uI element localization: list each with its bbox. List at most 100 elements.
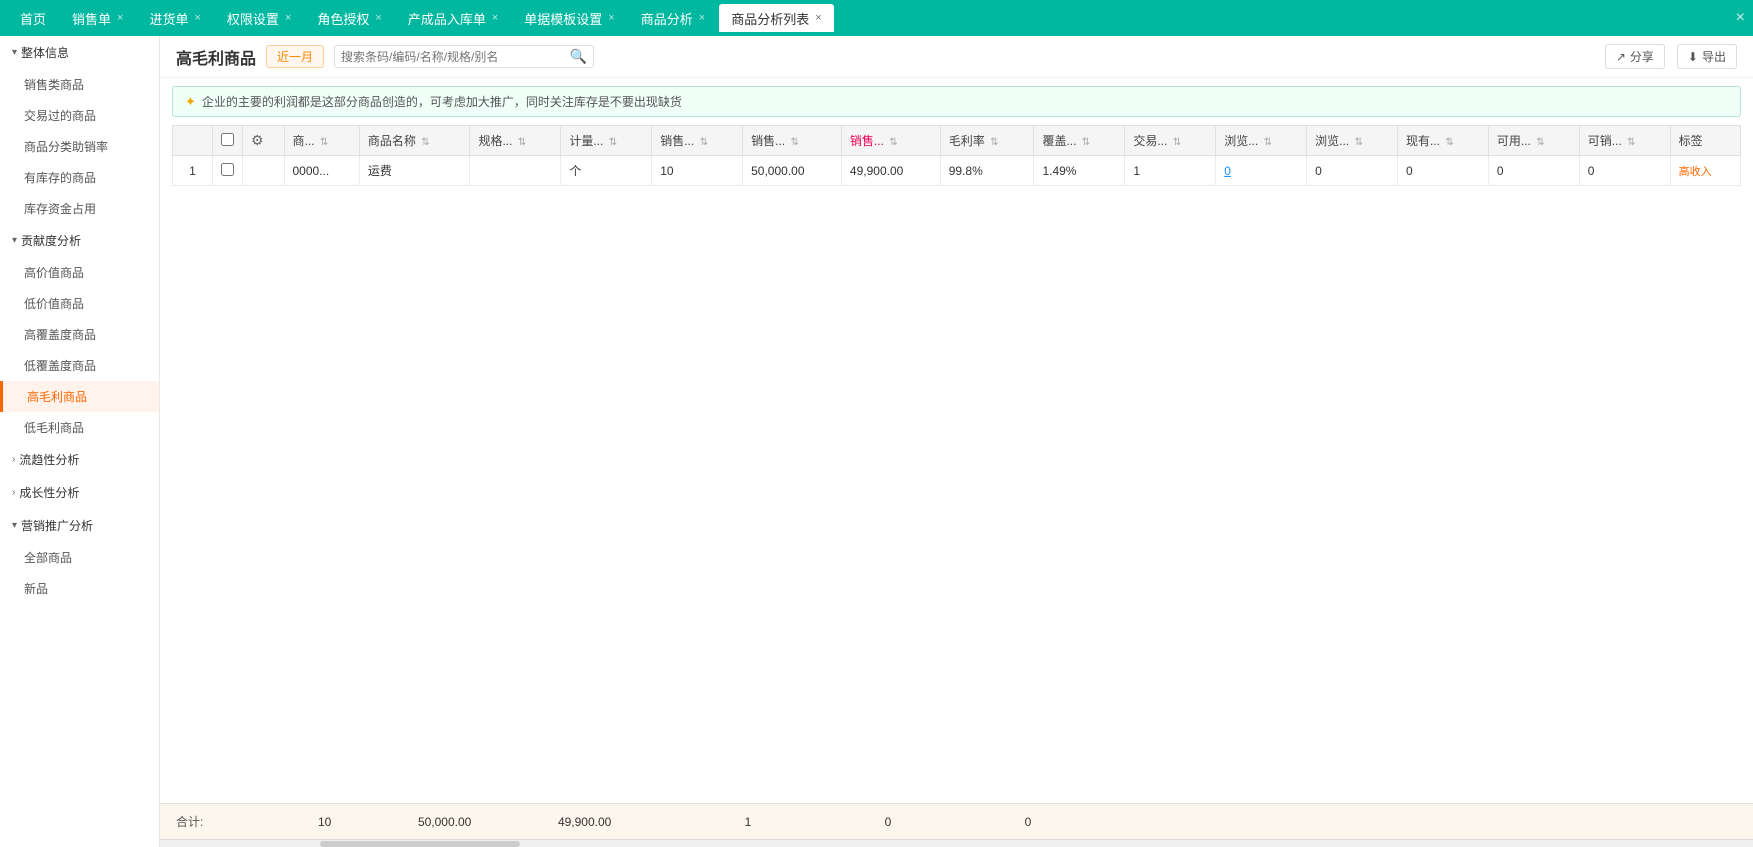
filter-period-button[interactable]: 近一月 [266, 45, 324, 68]
arrow-growth: › [12, 487, 15, 498]
sidebar-item-sales-goods[interactable]: 销售类商品 [0, 69, 159, 100]
th-spec[interactable]: 规格... ⇅ [470, 126, 561, 156]
settings-icon[interactable]: ⚙ [251, 132, 264, 148]
th-stock-sell[interactable]: 可销... ⇅ [1579, 126, 1670, 156]
th-settings[interactable]: ⚙ [243, 126, 285, 156]
close-purchase-tab[interactable]: × [194, 12, 200, 24]
arrow-contribution: ▾ [12, 235, 17, 246]
nav-tab-purchase[interactable]: 进货单 × [137, 4, 212, 32]
sidebar-group-trend[interactable]: › 流趋性分析 [0, 443, 159, 476]
th-check[interactable] [213, 126, 243, 156]
cell-browse1[interactable]: 0 [1216, 156, 1307, 186]
close-all-button[interactable]: × [1736, 9, 1745, 27]
footer-sales-profit: 49,900.00 [531, 815, 611, 829]
cell-coverage: 1.49% [1034, 156, 1125, 186]
nav-tab-product-analysis[interactable]: 商品分析 × [629, 4, 717, 32]
th-stock-cur[interactable]: 现有... ⇅ [1398, 126, 1489, 156]
cell-unit: 个 [561, 156, 652, 186]
cell-stock-sell: 0 [1579, 156, 1670, 186]
th-coverage[interactable]: 覆盖... ⇅ [1034, 126, 1125, 156]
main-layout: ▾ 整体信息 销售类商品 交易过的商品 商品分类助销率 有库存的商品 库存资金占… [0, 36, 1753, 847]
th-sales-profit[interactable]: 销售... ⇅ [841, 126, 940, 156]
cell-sales-amt: 50,000.00 [743, 156, 842, 186]
th-name[interactable]: 商品名称 ⇅ [359, 126, 470, 156]
sidebar-item-all-goods[interactable]: 全部商品 [0, 542, 159, 573]
content-header: 高毛利商品 近一月 🔍 ↗ 分享 ⬇ 导出 [160, 36, 1753, 78]
close-permission-tab[interactable]: × [285, 12, 291, 24]
select-all-checkbox[interactable] [221, 133, 234, 146]
footer-bar: 合计: 10 50,000.00 49,900.00 1 0 0 [160, 803, 1753, 839]
sidebar-item-traded-goods[interactable]: 交易过的商品 [0, 100, 159, 131]
nav-tab-sales[interactable]: 销售单 × [60, 4, 135, 32]
th-trade[interactable]: 交易... ⇅ [1125, 126, 1216, 156]
th-code[interactable]: 商... ⇅ [284, 126, 359, 156]
nav-tab-template[interactable]: 单据模板设置 × [512, 4, 626, 32]
footer-sales-amt: 50,000.00 [391, 815, 471, 829]
th-tag[interactable]: 标签 [1670, 126, 1740, 156]
cell-check[interactable] [213, 156, 243, 186]
th-stock-avail[interactable]: 可用... ⇅ [1488, 126, 1579, 156]
share-icon: ↗ [1616, 50, 1626, 64]
sidebar-item-high-margin[interactable]: 高毛利商品 [0, 381, 159, 412]
info-bar: ✦ 企业的主要的利润都是这部分商品创造的，可考虑加大推广，同时关注库存是不要出现… [172, 86, 1741, 117]
th-browse1[interactable]: 浏览... ⇅ [1216, 126, 1307, 156]
export-button[interactable]: ⬇ 导出 [1677, 44, 1737, 69]
share-button[interactable]: ↗ 分享 [1605, 44, 1665, 69]
scroll-thumb[interactable] [320, 841, 520, 847]
footer-values: 10 50,000.00 49,900.00 1 0 0 [251, 815, 1031, 829]
cell-tag: 高收入 [1670, 156, 1740, 186]
th-browse2[interactable]: 浏览... ⇅ [1307, 126, 1398, 156]
row-checkbox[interactable] [221, 163, 234, 176]
sidebar-group-overall[interactable]: ▾ 整体信息 [0, 36, 159, 69]
th-unit[interactable]: 计量... ⇅ [561, 126, 652, 156]
close-product-analysis-tab[interactable]: × [699, 12, 705, 24]
close-sales-tab[interactable]: × [117, 12, 123, 24]
sidebar-group-growth[interactable]: › 成长性分析 [0, 476, 159, 509]
nav-tab-role[interactable]: 角色授权 × [305, 4, 393, 32]
header-actions: ↗ 分享 ⬇ 导出 [1605, 44, 1737, 69]
arrow-overall: ▾ [12, 47, 17, 58]
search-box: 🔍 [334, 45, 594, 68]
th-sales-qty[interactable]: 销售... ⇅ [652, 126, 743, 156]
th-gross-margin[interactable]: 毛利率 ⇅ [940, 126, 1034, 156]
nav-tab-home[interactable]: 首页 [8, 4, 58, 32]
cell-idx: 1 [173, 156, 213, 186]
close-role-tab[interactable]: × [375, 12, 381, 24]
sidebar-group-contribution[interactable]: ▾ 贡献度分析 [0, 224, 159, 257]
footer-trade: 1 [671, 815, 751, 829]
sidebar-item-stock-capital[interactable]: 库存资金占用 [0, 193, 159, 224]
th-sales-amt[interactable]: 销售... ⇅ [743, 126, 842, 156]
content-wrapper: 高毛利商品 近一月 🔍 ↗ 分享 ⬇ 导出 ✦ 企业的主要的利润都是这部分商品创… [160, 36, 1753, 847]
data-table-container: ⚙ 商... ⇅ 商品名称 ⇅ 规格... ⇅ [160, 125, 1753, 803]
cell-trade: 1 [1125, 156, 1216, 186]
cell-spec [470, 156, 561, 186]
sidebar-item-low-margin[interactable]: 低毛利商品 [0, 412, 159, 443]
search-icon[interactable]: 🔍 [570, 48, 587, 65]
cell-browse2: 0 [1307, 156, 1398, 186]
nav-tab-analysis-list[interactable]: 商品分析列表 × [719, 4, 833, 32]
horizontal-scrollbar[interactable] [160, 839, 1753, 847]
close-template-tab[interactable]: × [608, 12, 614, 24]
sidebar-item-new-goods[interactable]: 新品 [0, 573, 159, 604]
nav-tab-permission[interactable]: 权限设置 × [215, 4, 303, 32]
sidebar-item-category-rate[interactable]: 商品分类助销率 [0, 131, 159, 162]
sidebar-group-marketing[interactable]: ▾ 营销推广分析 [0, 509, 159, 542]
cell-settings [243, 156, 285, 186]
sidebar-item-high-value[interactable]: 高价值商品 [0, 257, 159, 288]
arrow-marketing: ▾ [12, 520, 17, 531]
page-title: 高毛利商品 [176, 45, 256, 69]
close-analysis-list-tab[interactable]: × [815, 12, 821, 24]
th-idx [173, 126, 213, 156]
arrow-trend: › [12, 454, 15, 465]
sidebar-item-low-coverage[interactable]: 低覆盖度商品 [0, 350, 159, 381]
sidebar-item-low-value[interactable]: 低价值商品 [0, 288, 159, 319]
nav-tab-product-inbound[interactable]: 产成品入库单 × [396, 4, 510, 32]
close-product-inbound-tab[interactable]: × [492, 12, 498, 24]
cell-code: 0000... [284, 156, 359, 186]
sidebar-item-high-coverage[interactable]: 高覆盖度商品 [0, 319, 159, 350]
footer-label: 合计: [176, 813, 203, 830]
cell-stock-cur: 0 [1398, 156, 1489, 186]
sidebar-item-stocked-goods[interactable]: 有库存的商品 [0, 162, 159, 193]
search-input[interactable] [341, 50, 566, 64]
footer-stock-avail: 0 [951, 815, 1031, 829]
